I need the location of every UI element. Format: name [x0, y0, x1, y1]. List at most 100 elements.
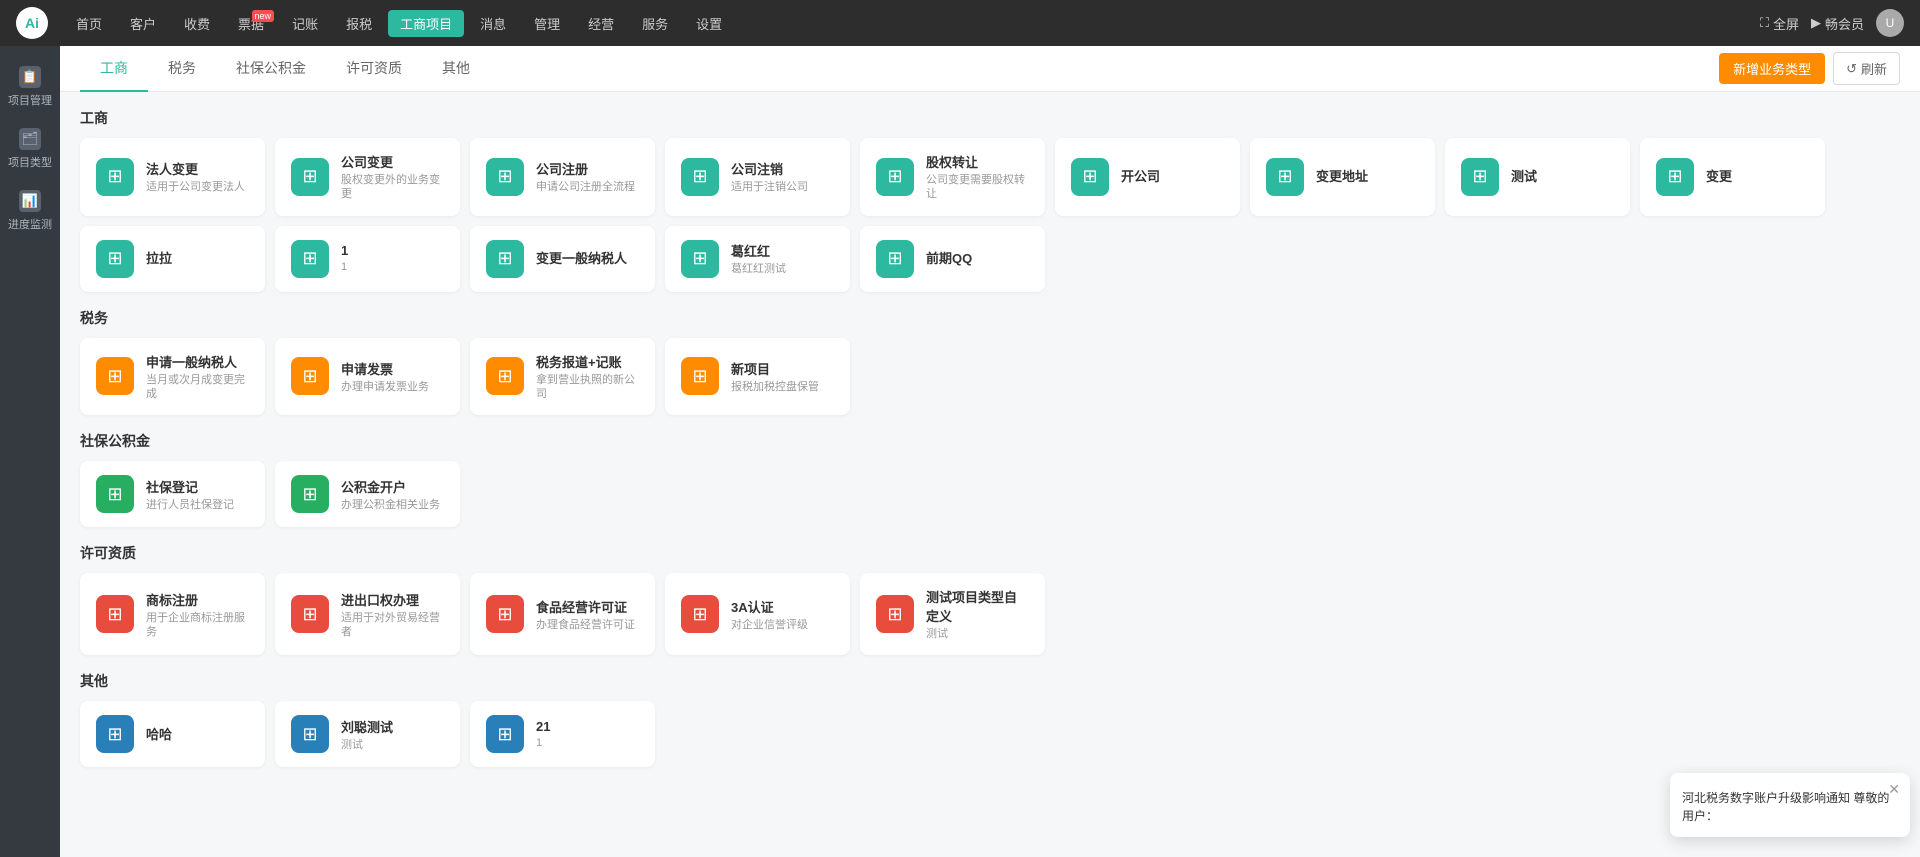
fullscreen-button[interactable]: ⛶ 全屏 [1760, 14, 1799, 33]
section-其他: 其他 ⊞ 哈哈 ⊞ 刘聪测试 测试 ⊞ 21 1 [80, 671, 1900, 767]
card-公司注销[interactable]: ⊞ 公司注销 适用于注销公司 [665, 138, 850, 216]
card-desc: 申请公司注册全流程 [536, 180, 635, 194]
card-哈哈[interactable]: ⊞ 哈哈 [80, 701, 265, 767]
notification-popup: ✕ 河北税务数字账户升级影响通知 尊敬的用户： [1670, 773, 1910, 837]
section-title: 其他 [80, 671, 1900, 691]
section-社保公积金: 社保公积金 ⊞ 社保登记 进行人员社保登记 ⊞ 公积金开户 办理公积金相关业务 [80, 431, 1900, 527]
nav-item-设置[interactable]: 设置 [684, 10, 734, 37]
card-title: 葛红红 [731, 241, 786, 260]
card-icon: ⊞ [486, 357, 524, 395]
card-变更一般纳税人[interactable]: ⊞ 变更一般纳税人 [470, 226, 655, 292]
section-title: 税务 [80, 308, 1900, 328]
card-icon: ⊞ [1461, 158, 1499, 196]
tab-社保公积金[interactable]: 社保公积金 [216, 46, 326, 92]
cards-grid: ⊞ 商标注册 用于企业商标注册服务 ⊞ 进出口权办理 适用于对外贸易经营者 ⊞ … [80, 573, 1900, 655]
card-desc: 股权变更外的业务变更 [341, 173, 444, 202]
nav-item-工商项目[interactable]: 工商项目 [388, 10, 464, 37]
nav-item-经营[interactable]: 经营 [576, 10, 626, 37]
card-拉拉[interactable]: ⊞ 拉拉 [80, 226, 265, 292]
card-公司注册[interactable]: ⊞ 公司注册 申请公司注册全流程 [470, 138, 655, 216]
card-开公司[interactable]: ⊞ 开公司 [1055, 138, 1240, 216]
card-公司变更[interactable]: ⊞ 公司变更 股权变更外的业务变更 [275, 138, 460, 216]
card-icon: ⊞ [681, 357, 719, 395]
card-新项目[interactable]: ⊞ 新项目 报税加税控盘保管 [665, 338, 850, 416]
card-葛红红[interactable]: ⊞ 葛红红 葛红红测试 [665, 226, 850, 292]
top-nav: Ai 首页客户收费票据new记账报税工商项目消息管理经营服务设置 ⛶ 全屏 ▶ … [0, 0, 1920, 46]
card-21[interactable]: ⊞ 21 1 [470, 701, 655, 767]
section-许可资质: 许可资质 ⊞ 商标注册 用于企业商标注册服务 ⊞ 进出口权办理 适用于对外贸易经… [80, 543, 1900, 655]
card-title: 商标注册 [146, 590, 249, 609]
card-desc: 1 [536, 736, 550, 750]
card-变更地址[interactable]: ⊞ 变更地址 [1250, 138, 1435, 216]
refresh-button[interactable]: ↺ 刷新 [1833, 52, 1900, 85]
nav-item-收费[interactable]: 收费 [172, 10, 222, 37]
card-title: 法人变更 [146, 159, 245, 178]
card-text: 变更一般纳税人 [536, 248, 627, 269]
card-股权转让[interactable]: ⊞ 股权转让 公司变更需要股权转让 [860, 138, 1045, 216]
card-text: 法人变更 适用于公司变更法人 [146, 159, 245, 194]
nav-item-票据[interactable]: 票据new [226, 10, 276, 37]
card-icon: ⊞ [681, 240, 719, 278]
card-desc: 拿到营业执照的新公司 [536, 373, 639, 402]
tab-许可资质[interactable]: 许可资质 [326, 46, 422, 92]
card-title: 刘聪测试 [341, 717, 393, 736]
tab-list: 工商税务社保公积金许可资质其他 [80, 46, 490, 92]
card-测试[interactable]: ⊞ 测试 [1445, 138, 1630, 216]
card-前期QQ[interactable]: ⊞ 前期QQ [860, 226, 1045, 292]
nav-item-首页[interactable]: 首页 [64, 10, 114, 37]
card-商标注册[interactable]: ⊞ 商标注册 用于企业商标注册服务 [80, 573, 265, 655]
card-icon: ⊞ [876, 595, 914, 633]
card-icon: ⊞ [291, 357, 329, 395]
card-icon: ⊞ [1656, 158, 1694, 196]
sidebar-item-项目管理[interactable]: 📋 项目管理 [0, 56, 60, 118]
card-text: 商标注册 用于企业商标注册服务 [146, 590, 249, 640]
card-申请一般纳税人[interactable]: ⊞ 申请一般纳税人 当月或次月成变更完成 [80, 338, 265, 416]
card-公积金开户[interactable]: ⊞ 公积金开户 办理公积金相关业务 [275, 461, 460, 527]
sidebar-item-进度监测[interactable]: 📊 进度监测 [0, 180, 60, 242]
card-desc: 对企业信誉评级 [731, 618, 808, 632]
tab-工商[interactable]: 工商 [80, 46, 148, 92]
card-title: 哈哈 [146, 724, 172, 743]
nav-item-消息[interactable]: 消息 [468, 10, 518, 37]
card-1[interactable]: ⊞ 1 1 [275, 226, 460, 292]
card-icon: ⊞ [681, 595, 719, 633]
card-税务报道+记账[interactable]: ⊞ 税务报道+记账 拿到营业执照的新公司 [470, 338, 655, 416]
card-icon: ⊞ [486, 715, 524, 753]
card-title: 股权转让 [926, 152, 1029, 171]
card-title: 公积金开户 [341, 477, 440, 496]
add-business-type-button[interactable]: 新增业务类型 [1719, 53, 1825, 84]
card-申请发票[interactable]: ⊞ 申请发票 办理申请发票业务 [275, 338, 460, 416]
nav-item-服务[interactable]: 服务 [630, 10, 680, 37]
scroll-content: 工商 ⊞ 法人变更 适用于公司变更法人 ⊞ 公司变更 股权变更外的业务变更 ⊞ … [60, 92, 1920, 857]
avatar[interactable]: U [1876, 9, 1904, 37]
tab-税务[interactable]: 税务 [148, 46, 216, 92]
card-icon: ⊞ [96, 240, 134, 278]
card-进出口权办理[interactable]: ⊞ 进出口权办理 适用于对外贸易经营者 [275, 573, 460, 655]
card-desc: 用于企业商标注册服务 [146, 611, 249, 640]
main-layout: 📋 项目管理 🗂 项目类型 📊 进度监测 工商税务社保公积金许可资质其他 新增业… [0, 46, 1920, 857]
nav-item-管理[interactable]: 管理 [522, 10, 572, 37]
nav-item-记账[interactable]: 记账 [280, 10, 330, 37]
card-title: 测试 [1511, 166, 1537, 185]
nav-item-报税[interactable]: 报税 [334, 10, 384, 37]
sidebar-item-项目类型[interactable]: 🗂 项目类型 [0, 118, 60, 180]
card-3A认证[interactable]: ⊞ 3A认证 对企业信誉评级 [665, 573, 850, 655]
content-area: 工商税务社保公积金许可资质其他 新增业务类型 ↺ 刷新 工商 ⊞ 法人变更 适用… [60, 46, 1920, 857]
card-title: 申请一般纳税人 [146, 352, 249, 371]
card-变更[interactable]: ⊞ 变更 [1640, 138, 1825, 216]
nav-right: ⛶ 全屏 ▶ 畅会员 U [1760, 9, 1904, 37]
sidebar: 📋 项目管理 🗂 项目类型 📊 进度监测 [0, 46, 60, 857]
close-notification-button[interactable]: ✕ [1888, 781, 1900, 798]
card-title: 变更 [1706, 166, 1732, 185]
tab-其他[interactable]: 其他 [422, 46, 490, 92]
card-社保登记[interactable]: ⊞ 社保登记 进行人员社保登记 [80, 461, 265, 527]
card-刘聪测试[interactable]: ⊞ 刘聪测试 测试 [275, 701, 460, 767]
card-食品经营许可证[interactable]: ⊞ 食品经营许可证 办理食品经营许可证 [470, 573, 655, 655]
card-测试项目类型自定义[interactable]: ⊞ 测试项目类型自定义 测试 [860, 573, 1045, 655]
card-法人变更[interactable]: ⊞ 法人变更 适用于公司变更法人 [80, 138, 265, 216]
card-icon: ⊞ [486, 595, 524, 633]
member-button[interactable]: ▶ 畅会员 [1811, 14, 1864, 33]
nav-item-客户[interactable]: 客户 [118, 10, 168, 37]
card-text: 前期QQ [926, 248, 972, 269]
card-text: 新项目 报税加税控盘保管 [731, 359, 819, 394]
